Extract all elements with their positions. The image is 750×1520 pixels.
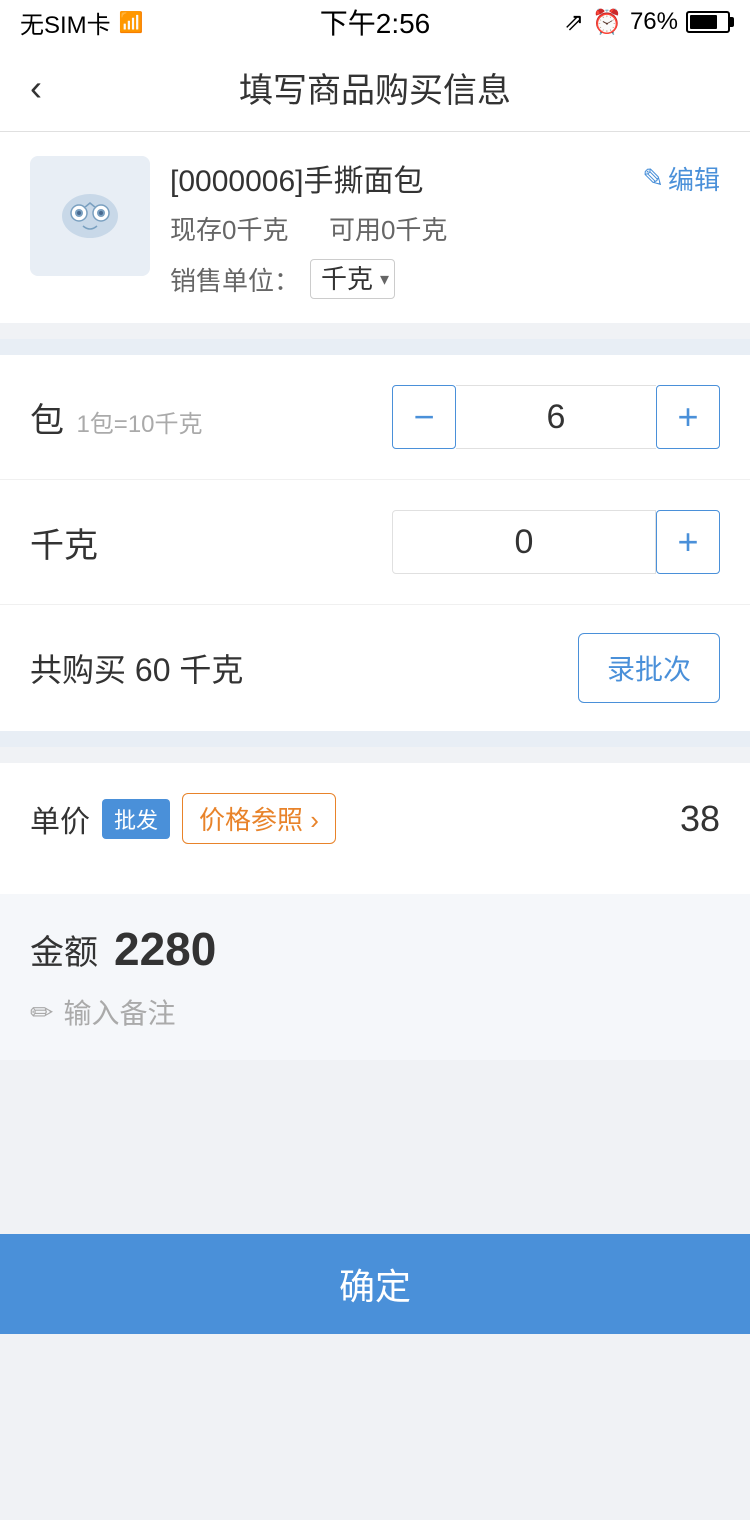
package-controls: − + bbox=[392, 385, 720, 449]
alarm-icon: ⏰ bbox=[592, 8, 622, 37]
price-ref-button[interactable]: 价格参照 › bbox=[182, 793, 336, 844]
package-label-main: 包 bbox=[30, 402, 64, 440]
package-label: 包 1包=10千克 bbox=[30, 393, 392, 442]
confirm-label: 确定 bbox=[339, 1258, 411, 1310]
total-text: 共购买 60 千克 bbox=[30, 645, 243, 691]
unit-select-wrapper[interactable]: 千克 bbox=[310, 259, 395, 299]
product-name-row: [0000006]手撕面包 ✎ 编辑 bbox=[170, 156, 720, 200]
package-row: 包 1包=10千克 − + bbox=[0, 355, 750, 480]
nav-bar: ‹ 填写商品购买信息 bbox=[0, 44, 750, 132]
stock-text: 现存0千克 bbox=[170, 215, 288, 245]
kilogram-input[interactable] bbox=[392, 510, 656, 574]
package-plus-button[interactable]: + bbox=[656, 385, 720, 449]
amount-section: 金额 2280 ✏ 输入备注 bbox=[0, 894, 750, 1060]
edit-label: 编辑 bbox=[668, 160, 720, 197]
total-row: 共购买 60 千克 录批次 bbox=[0, 605, 750, 731]
status-left: 无SIM卡 📶 bbox=[20, 5, 144, 40]
status-bar: 无SIM卡 📶 下午2:56 ⇗ ⏰ 76% bbox=[0, 0, 750, 44]
spacer bbox=[296, 215, 322, 245]
kilogram-controls: + bbox=[392, 510, 720, 574]
product-logo-icon bbox=[55, 186, 125, 246]
back-button[interactable]: ‹ bbox=[30, 67, 42, 109]
page-title: 填写商品购买信息 bbox=[239, 63, 511, 112]
stock-info: 现存0千克 可用0千克 bbox=[170, 210, 720, 247]
battery-icon bbox=[686, 11, 730, 33]
product-card: [0000006]手撕面包 ✎ 编辑 现存0千克 可用0千克 销售单位： 千克 bbox=[0, 132, 750, 323]
price-section: 单价 批发 价格参照 › 38 bbox=[0, 763, 750, 894]
price-tag: 批发 bbox=[102, 799, 170, 839]
product-image bbox=[30, 156, 150, 276]
kilogram-label-main: 千克 bbox=[30, 527, 98, 565]
remark-row[interactable]: ✏ 输入备注 bbox=[30, 992, 720, 1032]
unit-select[interactable]: 千克 bbox=[310, 259, 395, 299]
carrier-text: 无SIM卡 bbox=[20, 5, 111, 40]
location-icon: ⇗ bbox=[564, 8, 584, 37]
available-text: 可用0千克 bbox=[329, 215, 447, 245]
edit-button[interactable]: ✎ 编辑 bbox=[642, 160, 720, 197]
status-time: 下午2:56 bbox=[320, 2, 431, 42]
batch-button[interactable]: 录批次 bbox=[578, 633, 720, 703]
amount-row: 金额 2280 bbox=[30, 922, 720, 976]
unit-row: 销售单位： 千克 bbox=[170, 259, 720, 299]
wifi-icon: 📶 bbox=[119, 10, 144, 35]
pencil-icon: ✏ bbox=[30, 996, 53, 1029]
kilogram-plus-button[interactable]: + bbox=[656, 510, 720, 574]
package-minus-button[interactable]: − bbox=[392, 385, 456, 449]
price-label-group: 单价 批发 价格参照 › bbox=[30, 793, 336, 844]
package-input[interactable] bbox=[456, 385, 656, 449]
kilogram-row: 千克 + bbox=[0, 480, 750, 605]
status-right: ⇗ ⏰ 76% bbox=[564, 8, 730, 37]
unit-label: 销售单位： bbox=[170, 261, 300, 298]
price-row: 单价 批发 价格参照 › 38 bbox=[30, 793, 720, 844]
quantity-section: 包 1包=10千克 − + 千克 + bbox=[0, 355, 750, 605]
product-full-name: [0000006]手撕面包 bbox=[170, 156, 423, 200]
price-label: 单价 bbox=[30, 797, 90, 841]
kilogram-label: 千克 bbox=[30, 518, 392, 567]
edit-icon: ✎ bbox=[642, 163, 664, 194]
amount-value: 2280 bbox=[114, 922, 216, 976]
battery-percent: 76% bbox=[630, 8, 678, 36]
price-value: 38 bbox=[680, 798, 720, 840]
remark-placeholder: 输入备注 bbox=[63, 992, 175, 1032]
confirm-button[interactable]: 确定 bbox=[0, 1234, 750, 1334]
amount-label: 金额 bbox=[30, 925, 98, 974]
section-divider-1 bbox=[0, 339, 750, 355]
section-divider-2 bbox=[0, 731, 750, 747]
product-info: [0000006]手撕面包 ✎ 编辑 现存0千克 可用0千克 销售单位： 千克 bbox=[170, 156, 720, 299]
package-label-sub: 1包=10千克 bbox=[76, 411, 202, 438]
